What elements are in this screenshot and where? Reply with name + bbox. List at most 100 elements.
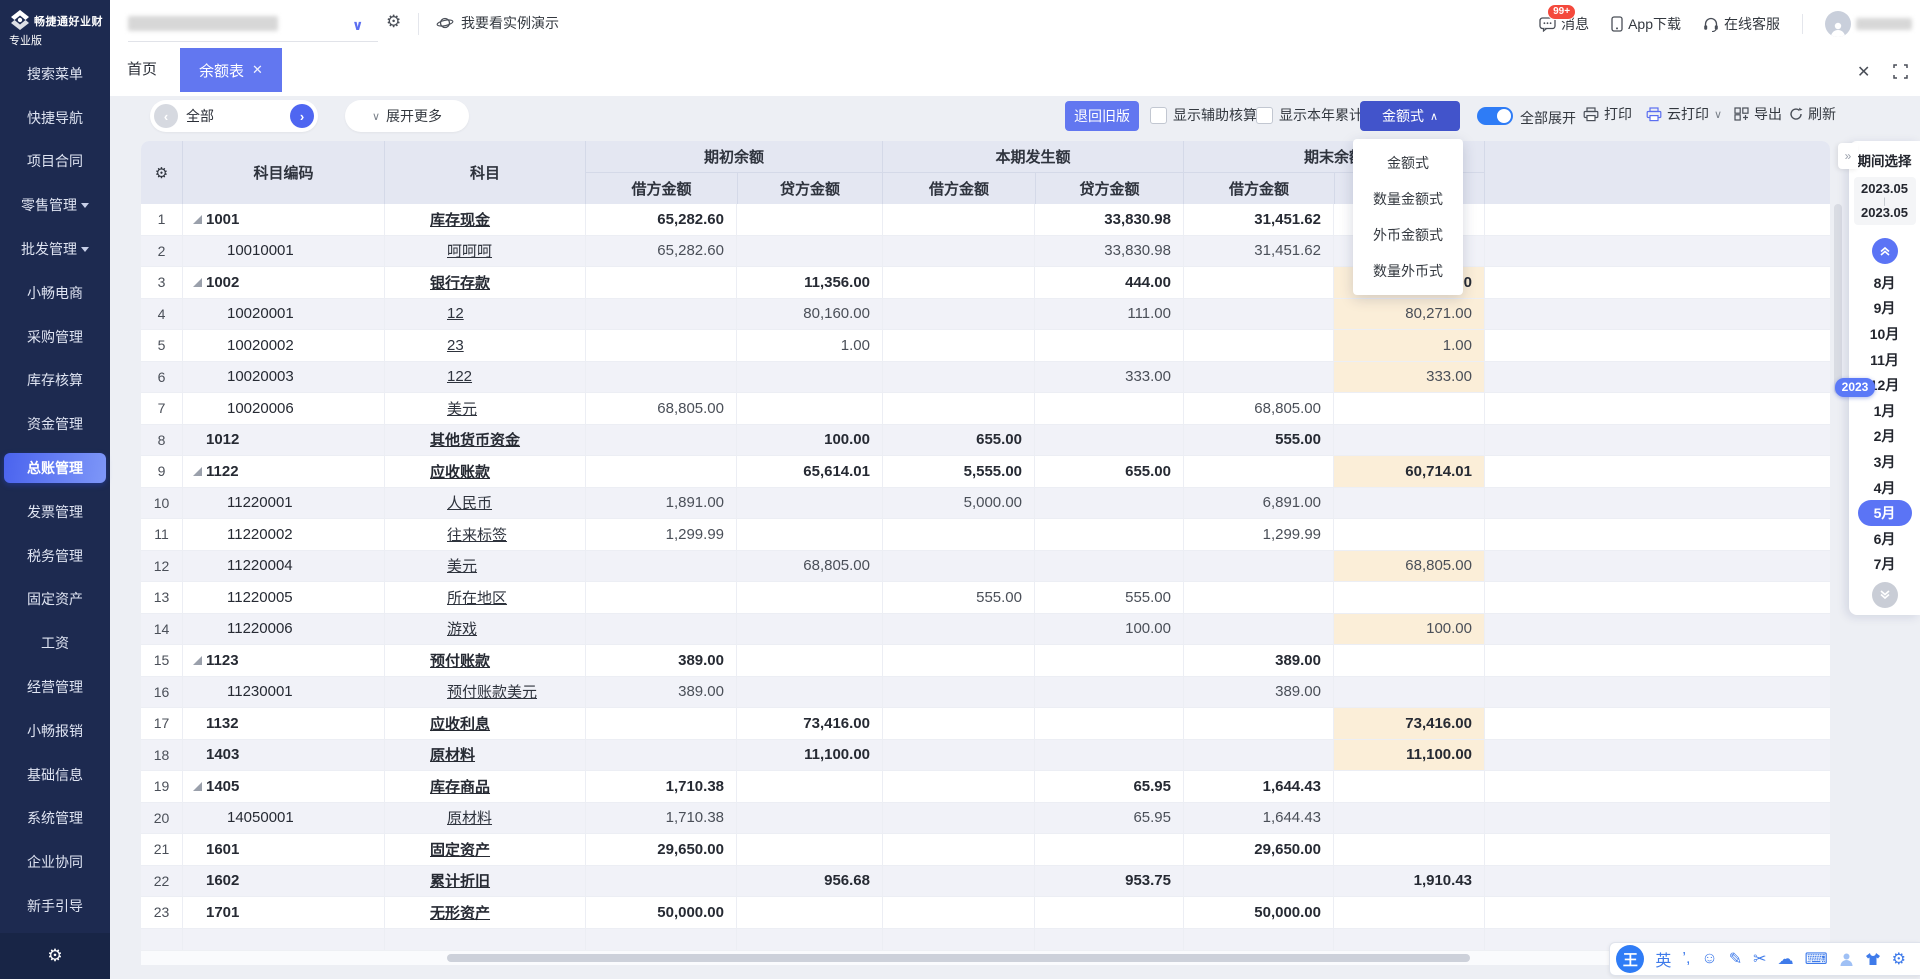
account-name-link[interactable]: 其他货币资金: [430, 429, 520, 450]
sidebar-item-发票管理[interactable]: 发票管理: [0, 490, 110, 534]
expand-triangle-icon[interactable]: [193, 466, 202, 476]
sidebar-item-批发管理[interactable]: 批发管理: [0, 227, 110, 271]
account-name-link[interactable]: 库存商品: [430, 776, 490, 797]
table-row[interactable]: 22 1602 累计折旧 956.68 953.75 1,910.43: [141, 865, 1830, 897]
expand-more-button[interactable]: ∨ 展开更多: [345, 100, 469, 132]
subcol-debit[interactable]: 借方金额: [586, 172, 738, 204]
app-download-button[interactable]: App下载: [1611, 14, 1681, 34]
account-name-link[interactable]: 所在地区: [447, 587, 507, 608]
sidebar-item-新手引导[interactable]: 新手引导: [0, 884, 110, 928]
table-row[interactable]: 10 11220001 人民币 1,891.00 5,000.00 6,891.00: [141, 487, 1830, 519]
table-row[interactable]: 7 10020006 美元 68,805.00 68,805.00: [141, 393, 1830, 425]
month-item-7月[interactable]: 7月: [1849, 552, 1920, 578]
ime-cloud-icon[interactable]: ☁: [1778, 949, 1794, 969]
scope-next-icon[interactable]: ›: [290, 104, 314, 128]
horizontal-scrollbar-thumb[interactable]: [447, 954, 1470, 962]
account-name-link[interactable]: 呵呵呵: [447, 240, 492, 261]
format-menu-item-金额式[interactable]: 金额式: [1353, 145, 1463, 181]
month-item-1月[interactable]: 1月: [1849, 398, 1920, 424]
expand-triangle-icon[interactable]: [193, 655, 202, 665]
account-name-link[interactable]: 预付账款: [430, 650, 490, 671]
expand-all-toggle[interactable]: [1477, 107, 1513, 125]
sidebar-item-系统管理[interactable]: 系统管理: [0, 797, 110, 841]
sidebar-item-工资[interactable]: 工资: [0, 621, 110, 665]
ime-skin-icon[interactable]: [1865, 952, 1881, 966]
user-account[interactable]: [1825, 11, 1912, 37]
account-name-link[interactable]: 银行存款: [430, 272, 490, 293]
ime-lang-icon[interactable]: 英: [1655, 947, 1671, 971]
org-chevron-down-icon[interactable]: ∨: [352, 17, 363, 34]
expand-triangle-icon[interactable]: [193, 214, 202, 224]
ime-handwriting-icon[interactable]: ✎: [1729, 949, 1742, 969]
expand-triangle-icon[interactable]: [193, 781, 202, 791]
refresh-button[interactable]: 刷新: [1789, 104, 1836, 124]
table-row[interactable]: 17 1132 应收利息 73,416.00 73,416.00: [141, 708, 1830, 740]
table-row[interactable]: 14 11220006 游戏 100.00 100.00: [141, 613, 1830, 645]
sidebar-settings-gear-icon[interactable]: ⚙: [47, 946, 62, 966]
account-name-link[interactable]: 应收利息: [430, 713, 490, 734]
scroll-months-down-button[interactable]: [1871, 582, 1898, 609]
ime-punctuation-icon[interactable]: ’,: [1682, 950, 1690, 968]
demo-link[interactable]: 我要看实例演示: [436, 13, 559, 33]
online-support-button[interactable]: 在线客服: [1703, 14, 1780, 34]
account-name-link[interactable]: 人民币: [447, 492, 492, 513]
format-select-button[interactable]: 金额式 ∧: [1360, 101, 1460, 131]
sidebar-item-企业协同[interactable]: 企业协同: [0, 840, 110, 884]
col-header-account-name[interactable]: 科目: [385, 141, 586, 204]
period-range-selector[interactable]: 2023.05 | 2023.05: [1853, 177, 1916, 225]
export-button[interactable]: 导出: [1734, 104, 1782, 124]
vertical-scrollbar-thumb[interactable]: [1834, 204, 1842, 394]
sidebar-item-小畅电商[interactable]: 小畅电商: [0, 271, 110, 315]
account-name-link[interactable]: 预付账款美元: [447, 681, 537, 702]
account-name-link[interactable]: 库存现金: [430, 209, 490, 230]
tab-close-icon[interactable]: ✕: [252, 62, 263, 78]
account-name-link[interactable]: 固定资产: [430, 839, 490, 860]
ime-logo-icon[interactable]: 王: [1616, 945, 1645, 973]
close-icon[interactable]: ✕: [1857, 62, 1870, 82]
ime-settings-icon[interactable]: ⚙: [1892, 949, 1906, 969]
table-row[interactable]: 9 1122 应收账款 65,614.01 5,555.00 655.00 60,714.0…: [141, 456, 1830, 488]
table-row[interactable]: 11 11220002 往来标签 1,299.99 1,299.99: [141, 519, 1830, 551]
format-menu-item-外币金额式[interactable]: 外币金额式: [1353, 217, 1463, 253]
month-item-2月[interactable]: 2月: [1849, 424, 1920, 450]
table-row[interactable]: 16 11230001 预付账款美元 389.00 389.00: [141, 676, 1830, 708]
month-item-8月[interactable]: 8月: [1849, 270, 1920, 296]
account-name-link[interactable]: 122: [447, 368, 472, 385]
table-row[interactable]: 4 10020001 12 80,160.00 111.00 80,271.00: [141, 298, 1830, 330]
month-item-10月[interactable]: 10月: [1849, 321, 1920, 347]
table-row[interactable]: 1 1001 库存现金 65,282.60 33,830.98 31,451.62: [141, 204, 1830, 236]
scroll-months-up-button[interactable]: [1871, 238, 1898, 264]
print-button[interactable]: 打印: [1583, 104, 1632, 124]
tab-balance-sheet[interactable]: 余额表 ✕: [180, 48, 282, 92]
sidebar-item-基础信息[interactable]: 基础信息: [0, 753, 110, 797]
month-item-11月[interactable]: 11月: [1849, 347, 1920, 373]
column-settings-gear-icon[interactable]: ⚙: [141, 141, 183, 204]
table-row[interactable]: 20 14050001 原材料 1,710.38 65.95 1,644.43: [141, 802, 1830, 834]
account-name-link[interactable]: 游戏: [447, 618, 477, 639]
sidebar-item-库存核算[interactable]: 库存核算: [0, 359, 110, 403]
table-row[interactable]: 19 1405 库存商品 1,710.38 65.95 1,644.43: [141, 771, 1830, 803]
ime-user-icon[interactable]: [1839, 952, 1854, 967]
table-row[interactable]: 6 10020003 122 333.00 333.00: [141, 361, 1830, 393]
month-item-6月[interactable]: 6月: [1849, 526, 1920, 552]
cloud-print-button[interactable]: 云打印 ∨: [1646, 104, 1722, 124]
account-name-link[interactable]: 原材料: [430, 744, 475, 765]
account-name-link[interactable]: 往来标签: [447, 524, 507, 545]
messages-button[interactable]: 99+ 消息: [1539, 4, 1589, 34]
sidebar-item-快捷导航[interactable]: 快捷导航: [0, 96, 110, 140]
table-row[interactable]: 18 1403 原材料 11,100.00 11,100.00: [141, 739, 1830, 771]
account-name-link[interactable]: 美元: [447, 555, 477, 576]
format-menu-item-数量金额式[interactable]: 数量金额式: [1353, 181, 1463, 217]
table-row[interactable]: 23 1701 无形资产 50,000.00 50,000.00: [141, 897, 1830, 929]
table-row[interactable]: 8 1012 其他货币资金 100.00 655.00 555.00: [141, 424, 1830, 456]
account-name-link[interactable]: 原材料: [447, 807, 492, 828]
tab-home[interactable]: 首页: [127, 48, 157, 92]
subcol-credit[interactable]: 贷方金额: [1036, 173, 1183, 204]
table-row[interactable]: 31002银行存款11,356.00444.0011,800.00: [141, 267, 1830, 299]
checkbox-icon[interactable]: [1150, 106, 1167, 124]
sidebar-item-项目合同[interactable]: 项目合同: [0, 140, 110, 184]
fullscreen-icon[interactable]: [1893, 62, 1908, 79]
account-name-link[interactable]: 无形资产: [430, 902, 490, 923]
subcol-credit[interactable]: 贷方金额: [738, 173, 882, 204]
scope-prev-icon[interactable]: ‹: [154, 104, 178, 128]
